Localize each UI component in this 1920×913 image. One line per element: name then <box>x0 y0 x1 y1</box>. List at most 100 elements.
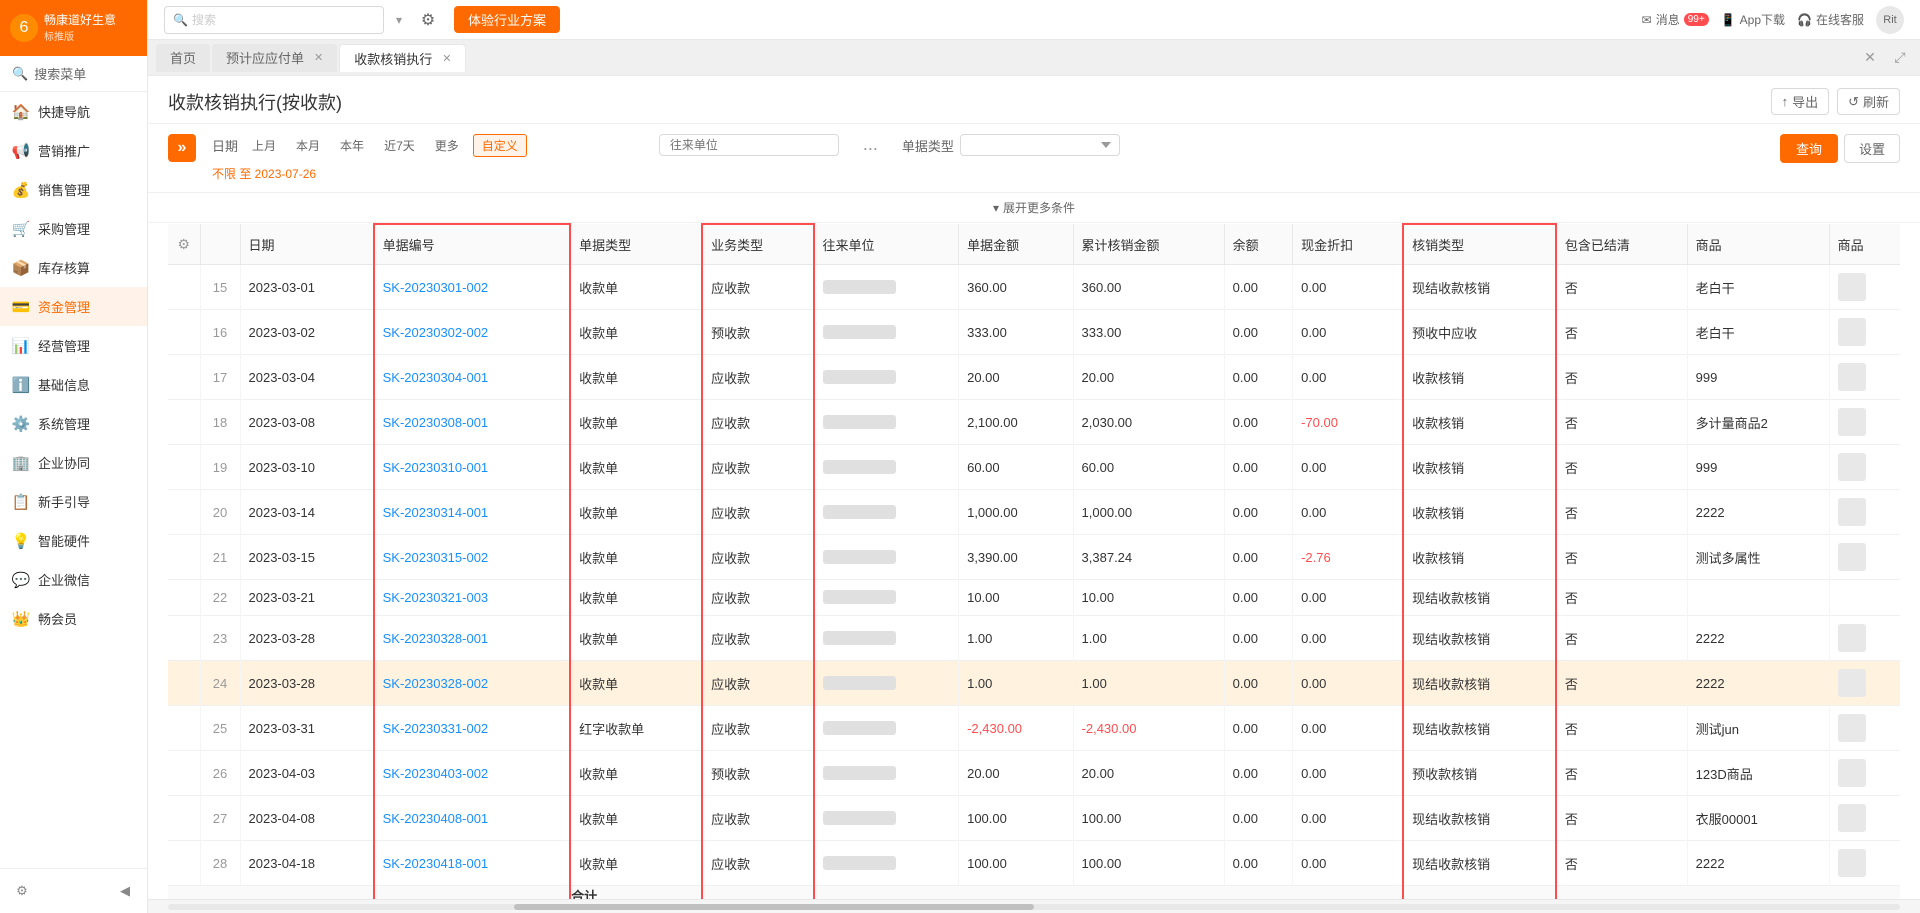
scroll-track[interactable] <box>168 904 1900 910</box>
tab-writeoff[interactable]: 收款核销执行✕ <box>339 44 466 72</box>
date-option-上月[interactable]: 上月 <box>244 135 284 156</box>
td-writeoff-type: 现结收款核销 <box>1403 265 1556 310</box>
sidebar-item-wechat[interactable]: 💬企业微信 <box>0 560 147 599</box>
scroll-thumb[interactable] <box>514 904 1034 910</box>
expand-conditions-btn[interactable]: ▾ 展开更多条件 <box>993 199 1075 216</box>
bill-no-link[interactable]: SK-20230314-001 <box>383 505 489 520</box>
online-service-btn[interactable]: 🎧 在线客服 <box>1797 11 1864 28</box>
topbar-chevron[interactable]: ▾ <box>396 13 402 27</box>
bill-no-link[interactable]: SK-20230304-001 <box>383 370 489 385</box>
settings-btn[interactable]: ⚙ <box>8 877 36 905</box>
col-settings-icon[interactable]: ⚙ <box>177 236 190 252</box>
sidebar-item-basic[interactable]: ℹ️基础信息 <box>0 365 147 404</box>
collapse-btn[interactable]: ◀ <box>111 877 139 905</box>
tab-home[interactable]: 首页 <box>156 44 210 72</box>
app-download-btn[interactable]: 📱 App下载 <box>1721 11 1785 28</box>
bill-no-link[interactable]: SK-20230328-002 <box>383 676 489 691</box>
sidebar-item-operations[interactable]: 📊经营管理 <box>0 326 147 365</box>
bill-no-link[interactable]: SK-20230321-003 <box>383 590 489 605</box>
td-bill-no[interactable]: SK-20230328-001 <box>374 616 571 661</box>
bill-no-link[interactable]: SK-20230408-001 <box>383 811 489 826</box>
td-balance: 0.00 <box>1224 265 1292 310</box>
sidebar-item-sales[interactable]: 💰销售管理 <box>0 170 147 209</box>
date-option-本年[interactable]: 本年 <box>332 135 372 156</box>
table-head: ⚙ 日期 单据编号 单据类型 业务类型 往来单位 单据金额 累计核销金额 余额 … <box>168 224 1900 265</box>
message-btn[interactable]: ✉ 消息 99+ <box>1642 11 1709 28</box>
bill-no-link[interactable]: SK-20230301-002 <box>383 280 489 295</box>
bill-no-link[interactable]: SK-20230315-002 <box>383 550 489 565</box>
scroll-indicator[interactable] <box>148 899 1920 913</box>
bill-type-select[interactable] <box>960 134 1120 156</box>
bill-no-link[interactable]: SK-20230418-001 <box>383 856 489 871</box>
sidebar-item-marketing[interactable]: 📢营销推广 <box>0 131 147 170</box>
filter-settings-btn[interactable]: 设置 <box>1844 134 1900 163</box>
td-bill-no[interactable]: SK-20230308-001 <box>374 400 571 445</box>
refresh-btn[interactable]: ↺ 刷新 <box>1837 88 1900 115</box>
date-option-更多[interactable]: 更多 <box>427 135 467 156</box>
bill-no-link[interactable]: SK-20230328-001 <box>383 631 489 646</box>
td-bill-no[interactable]: SK-20230408-001 <box>374 796 571 841</box>
date-option-近7天[interactable]: 近7天 <box>376 135 423 156</box>
td-include-settled: 否 <box>1556 445 1687 490</box>
bill-no-link[interactable]: SK-20230308-001 <box>383 415 489 430</box>
date-option-本月[interactable]: 本月 <box>288 135 328 156</box>
query-btn[interactable]: 查询 <box>1780 134 1838 163</box>
td-bill-no[interactable]: SK-20230304-001 <box>374 355 571 400</box>
tab-close-writeoff[interactable]: ✕ <box>442 52 451 65</box>
sidebar-item-inventory[interactable]: 📦库存核算 <box>0 248 147 287</box>
td-bill-no[interactable]: SK-20230328-002 <box>374 661 571 706</box>
close-tab-icon[interactable]: ✕ <box>1858 46 1882 70</box>
sidebar-item-finance[interactable]: 💳资金管理 <box>0 287 147 326</box>
td-bill-no[interactable]: SK-20230418-001 <box>374 841 571 886</box>
sidebar-item-guide[interactable]: 📋新手引导 <box>0 482 147 521</box>
date-custom-btn[interactable]: 自定义 <box>473 134 527 157</box>
td-writeoff-amount: -2,430.00 <box>1073 706 1224 751</box>
industry-btn[interactable]: 体验行业方案 <box>454 6 560 33</box>
bill-no-link[interactable]: SK-20230403-002 <box>383 766 489 781</box>
bill-no-link[interactable]: SK-20230302-002 <box>383 325 489 340</box>
expand-tab-icon[interactable]: ⤢ <box>1888 46 1912 70</box>
td-cash-discount: 0.00 <box>1293 796 1404 841</box>
table-row: 15 2023-03-01 SK-20230301-002 收款单 应收款 ██… <box>168 265 1900 310</box>
topbar-search[interactable]: 🔍 搜索 <box>164 6 384 34</box>
td-bill-no[interactable]: SK-20230403-002 <box>374 751 571 796</box>
topbar-actions: ✉ 消息 99+ 📱 App下载 🎧 在线客服 Rit <box>1642 6 1904 34</box>
td-cash-discount: 0.00 <box>1293 265 1404 310</box>
filter-dots[interactable]: ... <box>855 134 886 155</box>
td-date: 2023-03-04 <box>240 355 374 400</box>
td-bill-no[interactable]: SK-20230314-001 <box>374 490 571 535</box>
td-bill-no[interactable]: SK-20230331-002 <box>374 706 571 751</box>
topbar-gear-icon[interactable]: ⚙ <box>414 6 442 34</box>
td-bill-no[interactable]: SK-20230321-003 <box>374 580 571 616</box>
td-balance: 0.00 <box>1224 751 1292 796</box>
td-date: 2023-03-15 <box>240 535 374 580</box>
td-writeoff-amount: 2,030.00 <box>1073 400 1224 445</box>
table-body: 15 2023-03-01 SK-20230301-002 收款单 应收款 ██… <box>168 265 1900 886</box>
counterpart-input[interactable] <box>659 134 839 156</box>
sidebar-item-hardware[interactable]: 💡智能硬件 <box>0 521 147 560</box>
export-icon: ↑ <box>1782 94 1789 109</box>
sidebar-search[interactable]: 🔍 搜索菜单 <box>0 56 147 92</box>
td-bill-no[interactable]: SK-20230315-002 <box>374 535 571 580</box>
export-btn[interactable]: ↑ 导出 <box>1771 88 1830 115</box>
td-goods-img <box>1829 841 1900 886</box>
td-settings <box>168 580 200 616</box>
td-bill-no[interactable]: SK-20230302-002 <box>374 310 571 355</box>
sidebar-item-purchase[interactable]: 🛒采购管理 <box>0 209 147 248</box>
td-goods-img <box>1829 490 1900 535</box>
sidebar-item-enterprise[interactable]: 🏢企业协同 <box>0 443 147 482</box>
td-bill-no[interactable]: SK-20230301-002 <box>374 265 571 310</box>
filter-toggle-btn[interactable]: » <box>168 134 196 162</box>
sidebar-item-system[interactable]: ⚙️系统管理 <box>0 404 147 443</box>
bill-no-link[interactable]: SK-20230331-002 <box>383 721 489 736</box>
user-avatar[interactable]: Rit <box>1876 6 1904 34</box>
col-settings[interactable]: ⚙ <box>168 224 200 265</box>
sidebar-item-quick-nav[interactable]: 🏠快捷导航 <box>0 92 147 131</box>
td-writeoff-type: 预收中应收 <box>1403 310 1556 355</box>
td-counterpart: ████████ <box>814 751 959 796</box>
bill-no-link[interactable]: SK-20230310-001 <box>383 460 489 475</box>
tab-receivable[interactable]: 预计应应付单✕ <box>212 44 337 72</box>
td-bill-no[interactable]: SK-20230310-001 <box>374 445 571 490</box>
tab-close-receivable[interactable]: ✕ <box>314 51 323 64</box>
sidebar-item-member[interactable]: 👑畅会员 <box>0 599 147 638</box>
